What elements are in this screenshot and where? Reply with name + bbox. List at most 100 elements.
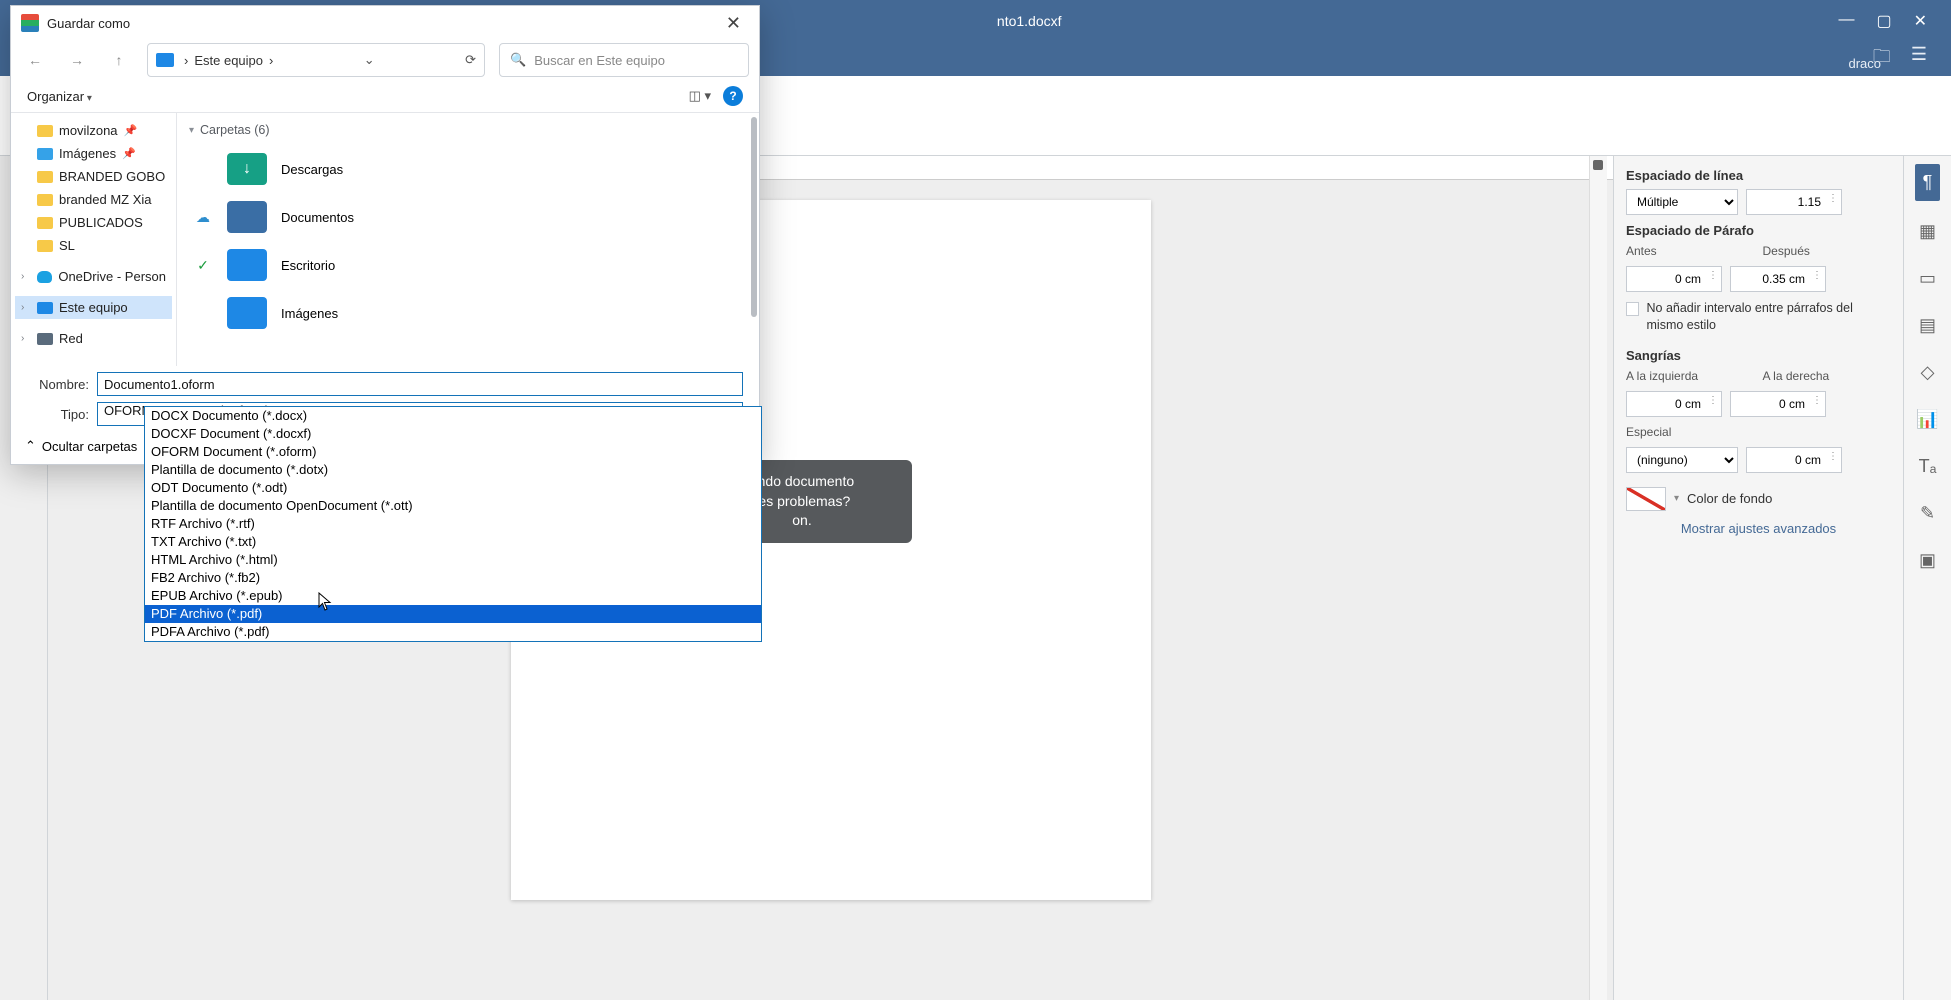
folder-row-descargas[interactable]: Descargas bbox=[189, 145, 747, 193]
right-rail: ¶ ▦ ▭ ▤ ◇ 📊 Tₐ ✎ ▣ bbox=[1903, 156, 1951, 1000]
breadcrumb-root[interactable]: Este equipo bbox=[194, 53, 263, 68]
folder-row-documentos[interactable]: ☁Documentos bbox=[189, 193, 747, 241]
filetype-option[interactable]: TXT Archivo (*.txt) bbox=[145, 533, 761, 551]
window-minimize-icon[interactable]: — bbox=[1838, 11, 1854, 31]
special-label: Especial bbox=[1626, 425, 1712, 439]
chevron-up-icon[interactable]: ⌃ bbox=[25, 438, 36, 454]
tree-label: PUBLICADOS bbox=[59, 215, 143, 230]
line-spacing-mode-select[interactable]: Múltiple bbox=[1626, 189, 1738, 215]
signature-tab-icon[interactable]: ✎ bbox=[1914, 497, 1941, 530]
tree-label: movilzona bbox=[59, 123, 118, 138]
nav-forward-icon[interactable]: → bbox=[63, 46, 91, 74]
documents-folder-icon bbox=[227, 201, 267, 233]
folder-label: Escritorio bbox=[281, 258, 335, 273]
folder-tree[interactable]: movilzona📌 Imágenes📌 BRANDED GOBO brande… bbox=[11, 113, 177, 366]
filetype-option[interactable]: HTML Archivo (*.html) bbox=[145, 551, 761, 569]
nav-back-icon[interactable]: ← bbox=[21, 46, 49, 74]
organize-dropdown[interactable]: Organizar bbox=[27, 89, 92, 104]
image-tab-icon[interactable]: ▭ bbox=[1913, 262, 1942, 295]
vertical-scrollbar[interactable] bbox=[1589, 156, 1607, 1000]
window-close-icon[interactable]: ✕ bbox=[1914, 11, 1927, 31]
folders-scrollbar[interactable] bbox=[751, 117, 757, 317]
dialog-search-box[interactable]: 🔍 Buscar en Este equipo bbox=[499, 43, 749, 77]
help-icon[interactable]: ? bbox=[723, 86, 743, 106]
tree-label: OneDrive - Person bbox=[58, 269, 166, 284]
special-indent-select[interactable]: (ninguno) bbox=[1626, 447, 1738, 473]
folder-label: Descargas bbox=[281, 162, 343, 177]
tree-item-red[interactable]: ›Red bbox=[15, 327, 172, 350]
filetype-option[interactable]: PDFA Archivo (*.pdf) bbox=[145, 623, 761, 641]
crumb-dropdown-icon[interactable]: ⌄ bbox=[364, 52, 375, 68]
refresh-icon[interactable]: ⟳ bbox=[465, 52, 476, 68]
window-maximize-icon[interactable]: ▢ bbox=[1876, 11, 1891, 31]
filetype-option[interactable]: DOCX Documento (*.docx) bbox=[145, 407, 761, 425]
spacing-before-input[interactable] bbox=[1626, 266, 1722, 292]
before-label: Antes bbox=[1626, 244, 1712, 258]
indent-right-input[interactable] bbox=[1730, 391, 1826, 417]
folder-label: Imágenes bbox=[281, 306, 338, 321]
shape-tab-icon[interactable]: ◇ bbox=[1915, 356, 1941, 389]
filetype-dropdown-list[interactable]: DOCX Documento (*.docx)DOCXF Document (*… bbox=[144, 406, 762, 642]
nav-up-icon[interactable]: ↑ bbox=[105, 46, 133, 74]
tree-item-branded-gobo[interactable]: BRANDED GOBO bbox=[15, 165, 172, 188]
search-icon: 🔍 bbox=[510, 52, 526, 68]
paragraph-tab-icon[interactable]: ¶ bbox=[1915, 164, 1941, 201]
save-as-dialog: Guardar como ✕ ← → ↑ › Este equipo › ⌄ ⟳… bbox=[10, 5, 760, 465]
tree-item-onedrive[interactable]: ›OneDrive - Person bbox=[15, 265, 172, 288]
spacing-after-input[interactable] bbox=[1730, 266, 1826, 292]
hamburger-menu-icon[interactable]: ☰ bbox=[1911, 44, 1927, 74]
cloud-sync-icon: ☁ bbox=[193, 209, 213, 226]
folders-header[interactable]: Carpetas (6) bbox=[189, 119, 747, 145]
no-add-interval-checkbox[interactable] bbox=[1626, 302, 1639, 316]
tree-item-imagenes[interactable]: Imágenes📌 bbox=[15, 142, 172, 165]
tree-label: BRANDED GOBO bbox=[59, 169, 165, 184]
pc-icon bbox=[156, 53, 174, 67]
dialog-titlebar: Guardar como ✕ bbox=[11, 6, 759, 40]
tree-item-movilzona[interactable]: movilzona📌 bbox=[15, 119, 172, 142]
folder-row-imagenes[interactable]: Imágenes bbox=[189, 289, 747, 337]
app-icon bbox=[21, 14, 39, 32]
chart-tab-icon[interactable]: 📊 bbox=[1910, 403, 1944, 436]
filetype-option[interactable]: Plantilla de documento OpenDocument (*.o… bbox=[145, 497, 761, 515]
indents-title: Sangrías bbox=[1626, 348, 1891, 363]
filetype-option[interactable]: DOCXF Document (*.docxf) bbox=[145, 425, 761, 443]
dialog-navbar: ← → ↑ › Este equipo › ⌄ ⟳ 🔍 Buscar en Es… bbox=[11, 40, 759, 80]
filetype-label: Tipo: bbox=[27, 407, 89, 422]
textart-tab-icon[interactable]: Tₐ bbox=[1913, 450, 1943, 483]
header-tab-icon[interactable]: ▤ bbox=[1913, 309, 1942, 342]
indent-left-label: A la izquierda bbox=[1626, 369, 1712, 383]
filename-input[interactable] bbox=[97, 372, 743, 396]
filetype-option[interactable]: Plantilla de documento (*.dotx) bbox=[145, 461, 761, 479]
dialog-close-icon[interactable]: ✕ bbox=[718, 9, 749, 38]
tree-label: Imágenes bbox=[59, 146, 116, 161]
tree-item-sl[interactable]: SL bbox=[15, 234, 172, 257]
background-color-swatch[interactable] bbox=[1626, 487, 1666, 511]
tree-item-este-equipo[interactable]: ›Este equipo bbox=[15, 296, 172, 319]
folders-panel: Carpetas (6) Descargas ☁Documentos ✓Escr… bbox=[177, 113, 759, 366]
filename-label: Nombre: bbox=[27, 377, 89, 392]
filetype-option[interactable]: EPUB Archivo (*.epub) bbox=[145, 587, 761, 605]
paragraph-panel: Espaciado de línea Múltiple Espaciado de… bbox=[1613, 156, 1903, 1000]
indent-right-label: A la derecha bbox=[1763, 369, 1849, 383]
breadcrumb-box[interactable]: › Este equipo › ⌄ ⟳ bbox=[147, 43, 485, 77]
images-folder-icon bbox=[227, 297, 267, 329]
table-tab-icon[interactable]: ▦ bbox=[1913, 215, 1942, 248]
form-tab-icon[interactable]: ▣ bbox=[1913, 544, 1942, 577]
indent-left-input[interactable] bbox=[1626, 391, 1722, 417]
filetype-option[interactable]: ODT Documento (*.odt) bbox=[145, 479, 761, 497]
hide-folders-link[interactable]: Ocultar carpetas bbox=[42, 439, 137, 454]
filetype-option[interactable]: RTF Archivo (*.rtf) bbox=[145, 515, 761, 533]
advanced-settings-link[interactable]: Mostrar ajustes avanzados bbox=[1681, 521, 1836, 536]
special-indent-input[interactable] bbox=[1746, 447, 1842, 473]
tree-label: Red bbox=[59, 331, 83, 346]
filetype-option[interactable]: PDF Archivo (*.pdf) bbox=[145, 605, 761, 623]
view-mode-icon[interactable]: ◫ ▾ bbox=[689, 88, 711, 104]
folder-row-escritorio[interactable]: ✓Escritorio bbox=[189, 241, 747, 289]
line-spacing-value-input[interactable] bbox=[1746, 189, 1842, 215]
search-placeholder: Buscar en Este equipo bbox=[534, 53, 665, 68]
tree-item-branded-mz[interactable]: branded MZ Xia bbox=[15, 188, 172, 211]
tree-item-publicados[interactable]: PUBLICADOS bbox=[15, 211, 172, 234]
line-spacing-title: Espaciado de línea bbox=[1626, 168, 1891, 183]
filetype-option[interactable]: OFORM Document (*.oform) bbox=[145, 443, 761, 461]
filetype-option[interactable]: FB2 Archivo (*.fb2) bbox=[145, 569, 761, 587]
